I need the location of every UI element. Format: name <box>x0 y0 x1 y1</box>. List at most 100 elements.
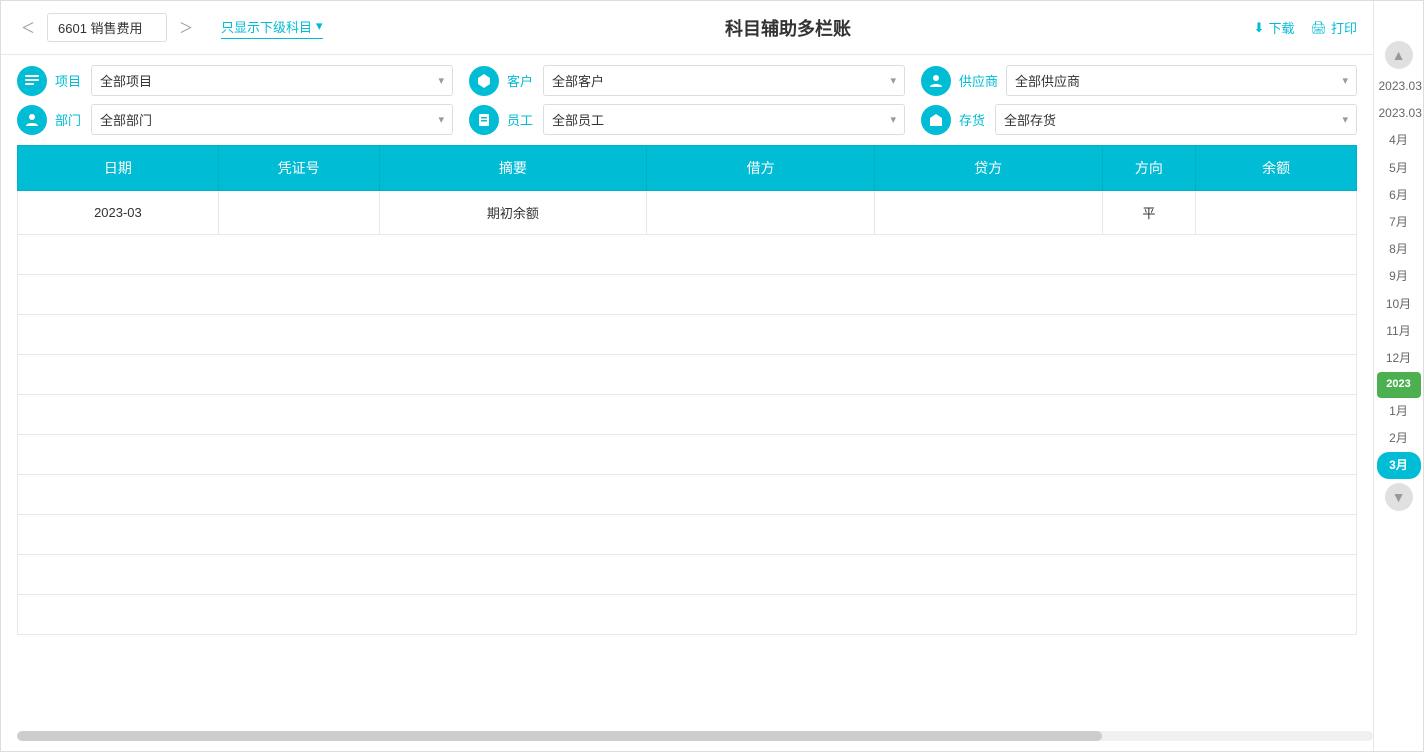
empty-row <box>18 595 1357 635</box>
account-code-display: 6601 销售费用 <box>47 13 167 42</box>
dept-select[interactable]: 全部部门 ▾ <box>91 104 453 135</box>
show-sub-chevron-icon: ▾ <box>316 18 323 34</box>
filter-project: 项目 全部项目 ▾ <box>17 65 453 96</box>
filter-dept: 部门 全部部门 ▾ <box>17 104 453 135</box>
dept-label: 部门 <box>55 110 83 129</box>
month-item-5[interactable]: 5月 <box>1377 155 1421 182</box>
print-label: 打印 <box>1331 18 1357 37</box>
month-nav-down-button[interactable]: ▼ <box>1385 483 1413 511</box>
filter-area: 项目 全部项目 ▾ 客户 全部客户 ▾ <box>1 55 1373 145</box>
customer-label: 客户 <box>507 71 535 90</box>
horizontal-scrollbar[interactable] <box>17 731 1373 741</box>
inventory-select[interactable]: 全部存货 ▾ <box>995 104 1357 135</box>
supplier-chevron-icon: ▾ <box>1342 74 1348 87</box>
filter-supplier: 供应商 全部供应商 ▾ <box>921 65 1357 96</box>
customer-icon <box>469 66 499 96</box>
empty-row <box>18 515 1357 555</box>
dept-icon <box>17 105 47 135</box>
month-item-4[interactable]: 4月 <box>1377 127 1421 154</box>
main-content: ＜ 6601 销售费用 ＞ 只显示下级科目 ▾ 科目辅助多栏账 ⬇ 下载 🖨 打… <box>1 1 1373 635</box>
filter-customer: 客户 全部客户 ▾ <box>469 65 905 96</box>
empty-row <box>18 315 1357 355</box>
table-header-row: 日期 凭证号 摘要 借方 贷方 方向 余额 <box>18 146 1357 191</box>
cell-credit <box>874 191 1102 235</box>
dept-select-value: 全部部门 <box>100 110 152 129</box>
download-label: 下载 <box>1268 18 1294 37</box>
month-item-12[interactable]: 12月 <box>1377 345 1421 372</box>
col-summary: 摘要 <box>379 146 647 191</box>
month-item-9[interactable]: 9月 <box>1377 263 1421 290</box>
project-select-value: 全部项目 <box>100 71 152 90</box>
col-debit: 借方 <box>647 146 875 191</box>
month-item-3-current[interactable]: 3月 <box>1377 452 1421 479</box>
customer-chevron-icon: ▾ <box>890 74 896 87</box>
ledger-table-container: 日期 凭证号 摘要 借方 贷方 方向 余额 2023-03 期初余额 <box>1 145 1373 635</box>
page-title: 科目辅助多栏账 <box>331 15 1246 41</box>
filter-inventory: 存货 全部存货 ▾ <box>921 104 1357 135</box>
supplier-select-value: 全部供应商 <box>1015 71 1080 90</box>
print-button[interactable]: 🖨 打印 <box>1310 18 1357 37</box>
cell-date: 2023-03 <box>18 191 219 235</box>
supplier-icon <box>921 66 951 96</box>
month-nav-up-button[interactable]: ▲ <box>1385 41 1413 69</box>
empty-row <box>18 555 1357 595</box>
main-window: ✕ ▲ 2023.03 2023.03 4月 5月 6月 7月 8月 9月 10… <box>0 0 1424 752</box>
month-item-6[interactable]: 6月 <box>1377 182 1421 209</box>
staff-chevron-icon: ▾ <box>890 113 896 126</box>
scrollbar-thumb[interactable] <box>17 731 1102 741</box>
inventory-icon <box>921 105 951 135</box>
col-voucher: 凭证号 <box>218 146 379 191</box>
staff-select-value: 全部员工 <box>552 110 604 129</box>
download-button[interactable]: ⬇ 下载 <box>1254 18 1295 37</box>
staff-label: 员工 <box>507 110 535 129</box>
empty-row <box>18 355 1357 395</box>
next-account-button[interactable]: ＞ <box>175 17 197 39</box>
col-balance: 余额 <box>1196 146 1357 191</box>
table-row[interactable]: 2023-03 期初余额 平 <box>18 191 1357 235</box>
dept-chevron-icon: ▾ <box>438 113 444 126</box>
month-item-2[interactable]: 2月 <box>1377 425 1421 452</box>
col-direction: 方向 <box>1102 146 1196 191</box>
ledger-table: 日期 凭证号 摘要 借方 贷方 方向 余额 2023-03 期初余额 <box>17 145 1357 635</box>
month-item-2023-03-1[interactable]: 2023.03 <box>1377 73 1421 100</box>
cell-debit <box>647 191 875 235</box>
cell-balance <box>1196 191 1357 235</box>
empty-row <box>18 435 1357 475</box>
month-item-8[interactable]: 8月 <box>1377 236 1421 263</box>
show-sub-accounts-button[interactable]: 只显示下级科目 ▾ <box>221 17 323 39</box>
project-select[interactable]: 全部项目 ▾ <box>91 65 453 96</box>
inventory-select-value: 全部存货 <box>1004 110 1056 129</box>
staff-select[interactable]: 全部员工 ▾ <box>543 104 905 135</box>
month-panel: ▲ 2023.03 2023.03 4月 5月 6月 7月 8月 9月 10月 … <box>1373 1 1423 752</box>
empty-row <box>18 395 1357 435</box>
cell-voucher <box>218 191 379 235</box>
month-item-1[interactable]: 1月 <box>1377 398 1421 425</box>
month-item-10[interactable]: 10月 <box>1377 291 1421 318</box>
cell-summary: 期初余额 <box>379 191 647 235</box>
staff-icon <box>469 105 499 135</box>
customer-select-value: 全部客户 <box>552 71 604 90</box>
inventory-chevron-icon: ▾ <box>1342 113 1348 126</box>
month-item-2023-03-2[interactable]: 2023.03 <box>1377 100 1421 127</box>
prev-account-button[interactable]: ＜ <box>17 17 39 39</box>
header-bar: ＜ 6601 销售费用 ＞ 只显示下级科目 ▾ 科目辅助多栏账 ⬇ 下载 🖨 打… <box>1 1 1373 55</box>
supplier-label: 供应商 <box>959 71 998 90</box>
month-item-11[interactable]: 11月 <box>1377 318 1421 345</box>
col-date: 日期 <box>18 146 219 191</box>
download-icon: ⬇ <box>1254 20 1265 36</box>
toolbar-right: ⬇ 下载 🖨 打印 <box>1254 18 1357 37</box>
project-label: 项目 <box>55 71 83 90</box>
empty-row <box>18 475 1357 515</box>
filter-staff: 员工 全部员工 ▾ <box>469 104 905 135</box>
project-chevron-icon: ▾ <box>438 74 444 87</box>
supplier-select[interactable]: 全部供应商 ▾ <box>1006 65 1357 96</box>
customer-select[interactable]: 全部客户 ▾ <box>543 65 905 96</box>
project-icon <box>17 66 47 96</box>
print-icon: 🖨 <box>1310 20 1327 36</box>
col-credit: 贷方 <box>874 146 1102 191</box>
empty-row <box>18 235 1357 275</box>
month-item-7[interactable]: 7月 <box>1377 209 1421 236</box>
empty-row <box>18 275 1357 315</box>
show-sub-label: 只显示下级科目 <box>221 17 312 36</box>
month-item-year-2023[interactable]: 2023 <box>1377 372 1421 398</box>
